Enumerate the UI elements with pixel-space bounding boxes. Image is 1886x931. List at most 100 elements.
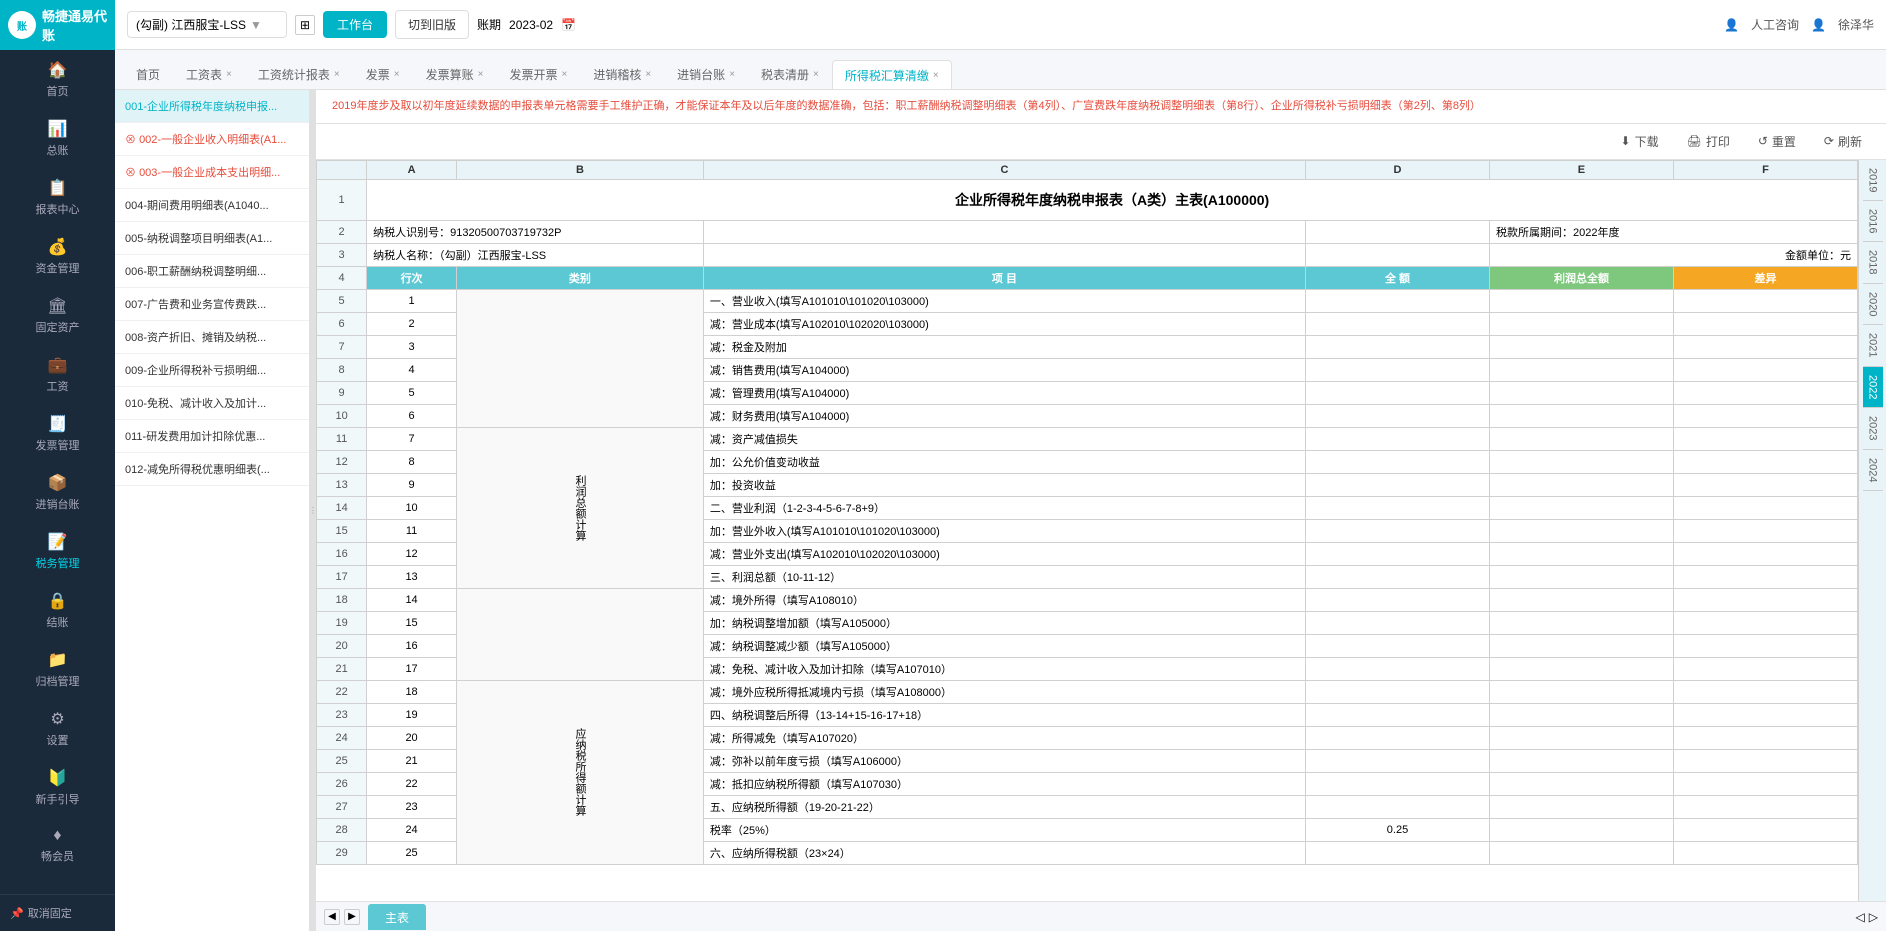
item-cell[interactable]: 减：资产减值损失 <box>703 427 1305 450</box>
item-cell[interactable]: 六、应纳所得税额（23×24） <box>703 841 1305 864</box>
profit-cell[interactable] <box>1489 749 1673 772</box>
item-cell[interactable]: 加：营业外收入(填写A101010\101020\103000) <box>703 519 1305 542</box>
profit-cell[interactable] <box>1489 335 1673 358</box>
year-item-2018[interactable]: 2018 <box>1863 242 1883 283</box>
profit-cell[interactable] <box>1489 657 1673 680</box>
profit-cell[interactable] <box>1489 841 1673 864</box>
item-cell[interactable]: 减：所得减免（填写A107020） <box>703 726 1305 749</box>
bottom-tab-main[interactable]: 主表 <box>368 904 426 930</box>
sidebar-item-ledger[interactable]: 📊 总账 <box>0 109 115 168</box>
diff-cell[interactable] <box>1673 657 1857 680</box>
amount-cell[interactable] <box>1306 611 1490 634</box>
row-idx[interactable]: 14 <box>367 588 457 611</box>
tab-purchase-verify[interactable]: 进销稽核 × <box>580 59 664 89</box>
profit-cell[interactable] <box>1489 450 1673 473</box>
amount-cell[interactable] <box>1306 680 1490 703</box>
item-cell[interactable]: 加：公允价值变动收益 <box>703 450 1305 473</box>
panel-item-006[interactable]: 006-职工薪酬纳税调整明细... <box>115 255 309 288</box>
item-cell[interactable]: 一、营业收入(填写A101010\101020\103000) <box>703 289 1305 312</box>
amount-cell[interactable] <box>1306 289 1490 312</box>
amount-cell[interactable] <box>1306 841 1490 864</box>
item-cell[interactable]: 四、纳税调整后所得（13-14+15-16-17+18） <box>703 703 1305 726</box>
item-cell[interactable]: 减：弥补以前年度亏损（填写A106000） <box>703 749 1305 772</box>
pin-toggle[interactable]: 📌 取消固定 <box>0 894 115 931</box>
tab-home[interactable]: 首页 <box>123 59 173 89</box>
diff-cell[interactable] <box>1673 565 1857 588</box>
diff-cell[interactable] <box>1673 404 1857 427</box>
profit-cell[interactable] <box>1489 358 1673 381</box>
sidebar-item-guide[interactable]: 🔰 新手引导 <box>0 758 115 817</box>
tab-invoice-calc[interactable]: 发票算账 × <box>413 59 497 89</box>
tab-close-icon[interactable]: × <box>478 69 484 80</box>
row-idx[interactable]: 23 <box>367 795 457 818</box>
diff-cell[interactable] <box>1673 427 1857 450</box>
profit-cell[interactable] <box>1489 473 1673 496</box>
year-item-2024[interactable]: 2024 <box>1863 450 1883 491</box>
scroll-right-icon[interactable]: ▷ <box>1869 910 1878 924</box>
amount-cell[interactable] <box>1306 519 1490 542</box>
diff-cell[interactable] <box>1673 289 1857 312</box>
profit-cell[interactable] <box>1489 542 1673 565</box>
row-idx[interactable]: 10 <box>367 496 457 519</box>
amount-cell[interactable] <box>1306 657 1490 680</box>
row-idx[interactable]: 15 <box>367 611 457 634</box>
profit-cell[interactable] <box>1489 703 1673 726</box>
amount-cell[interactable] <box>1306 381 1490 404</box>
row-idx[interactable]: 24 <box>367 818 457 841</box>
amount-cell[interactable] <box>1306 772 1490 795</box>
amount-cell[interactable] <box>1306 795 1490 818</box>
item-cell[interactable]: 加：纳税调整增加额（填写A105000） <box>703 611 1305 634</box>
item-cell[interactable]: 减：税金及附加 <box>703 335 1305 358</box>
diff-cell[interactable] <box>1673 312 1857 335</box>
item-cell[interactable]: 减：管理费用(填写A104000) <box>703 381 1305 404</box>
item-cell[interactable]: 减：营业成本(填写A102010\102020\103000) <box>703 312 1305 335</box>
sidebar-item-member[interactable]: ♦ 畅会员 <box>0 817 115 874</box>
workspace-button[interactable]: 工作台 <box>323 11 387 38</box>
year-item-2019[interactable]: 2019 <box>1863 160 1883 201</box>
tab-close-icon[interactable]: × <box>561 69 567 80</box>
profit-cell[interactable] <box>1489 726 1673 749</box>
profit-cell[interactable] <box>1489 427 1673 450</box>
row-idx[interactable]: 22 <box>367 772 457 795</box>
amount-cell[interactable] <box>1306 312 1490 335</box>
diff-cell[interactable] <box>1673 519 1857 542</box>
item-cell[interactable]: 减：纳税调整减少额（填写A105000） <box>703 634 1305 657</box>
tab-close-icon[interactable]: × <box>334 69 340 80</box>
panel-item-012[interactable]: 012-减免所得税优惠明细表(... <box>115 453 309 486</box>
diff-cell[interactable] <box>1673 381 1857 404</box>
tab-tax-clear[interactable]: 税表清册 × <box>748 59 832 89</box>
user-service[interactable]: 人工咨询 <box>1751 16 1799 33</box>
diff-cell[interactable] <box>1673 680 1857 703</box>
amount-cell[interactable] <box>1306 473 1490 496</box>
diff-cell[interactable] <box>1673 542 1857 565</box>
diff-cell[interactable] <box>1673 473 1857 496</box>
cutover-button[interactable]: 切到旧版 <box>395 10 469 39</box>
item-cell[interactable]: 五、应纳税所得额（19-20-21-22） <box>703 795 1305 818</box>
diff-cell[interactable] <box>1673 703 1857 726</box>
panel-item-002[interactable]: 002-一般企业收入明细表(A1... <box>115 123 309 156</box>
panel-item-004[interactable]: 004-期间费用明细表(A1040... <box>115 189 309 222</box>
refresh-button[interactable]: ⟳ 刷新 <box>1816 130 1870 153</box>
diff-cell[interactable] <box>1673 772 1857 795</box>
panel-item-010[interactable]: 010-免税、减计收入及加计... <box>115 387 309 420</box>
diff-cell[interactable] <box>1673 611 1857 634</box>
profit-cell[interactable] <box>1489 680 1673 703</box>
item-cell[interactable]: 加：投资收益 <box>703 473 1305 496</box>
calendar-icon[interactable]: 📅 <box>561 18 576 32</box>
row-idx[interactable]: 5 <box>367 381 457 404</box>
row-idx[interactable]: 17 <box>367 657 457 680</box>
amount-cell[interactable] <box>1306 703 1490 726</box>
amount-cell[interactable] <box>1306 450 1490 473</box>
sidebar-item-sales[interactable]: 📦 进销台账 <box>0 463 115 522</box>
tab-close-icon[interactable]: × <box>933 70 939 81</box>
amount-cell[interactable] <box>1306 542 1490 565</box>
tab-payroll-stats[interactable]: 工资统计报表 × <box>245 59 353 89</box>
item-cell[interactable]: 三、利润总额（10-11-12） <box>703 565 1305 588</box>
amount-cell[interactable] <box>1306 427 1490 450</box>
row-idx[interactable]: 13 <box>367 565 457 588</box>
scroll-left-icon[interactable]: ◁ <box>1856 910 1865 924</box>
sidebar-item-capital[interactable]: 💰 资金管理 <box>0 227 115 286</box>
profit-cell[interactable] <box>1489 795 1673 818</box>
row-idx[interactable]: 12 <box>367 542 457 565</box>
sidebar-item-home[interactable]: 🏠 首页 <box>0 50 115 109</box>
